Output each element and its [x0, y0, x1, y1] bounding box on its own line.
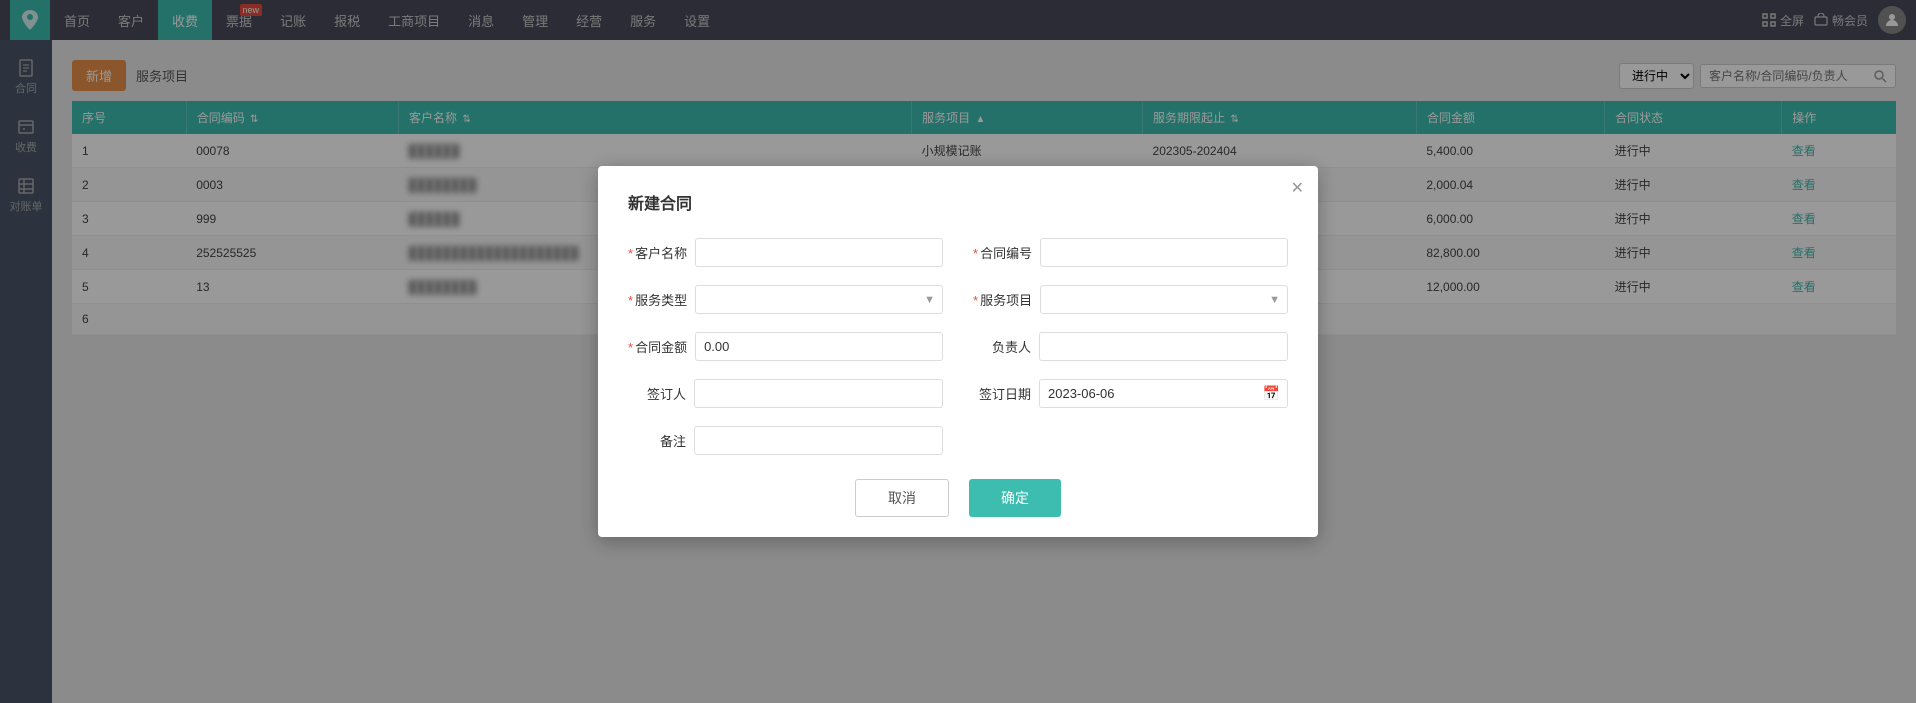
service-type-wrapper: ▼	[695, 285, 943, 314]
service-item-wrapper: ▼	[1040, 285, 1288, 314]
service-type-label: *服务类型	[628, 290, 687, 309]
calendar-icon[interactable]: 📅	[1263, 385, 1280, 402]
signer-label: 签订人	[628, 384, 686, 403]
contract-no-label: *合同编号	[973, 243, 1032, 262]
service-item-select[interactable]	[1040, 285, 1288, 314]
form-group-remark: 备注	[628, 426, 943, 455]
form-row-3: *合同金额 负责人	[628, 332, 1288, 361]
cancel-button[interactable]: 取消	[855, 479, 949, 517]
amount-label: *合同金额	[628, 337, 687, 356]
form-row-5: 备注	[628, 426, 1288, 455]
form-row-1: *客户名称 *合同编号	[628, 238, 1288, 267]
modal-close-button[interactable]: ✕	[1291, 178, 1304, 198]
remark-input[interactable]	[694, 426, 943, 455]
form-group-sign-date: 签订日期 📅	[973, 379, 1288, 408]
form-group-signer: 签订人	[628, 379, 943, 408]
contract-no-input[interactable]	[1040, 238, 1288, 267]
form-group-amount: *合同金额	[628, 332, 943, 361]
signer-input[interactable]	[694, 379, 943, 408]
customer-name-input[interactable]	[695, 238, 943, 267]
form-group-contract-no: *合同编号	[973, 238, 1288, 267]
service-item-label: *服务项目	[973, 290, 1032, 309]
form-group-empty	[973, 426, 1288, 455]
modal-footer: 取消 确定	[628, 479, 1288, 517]
form-group-service-type: *服务类型 ▼	[628, 285, 943, 314]
sign-date-input[interactable]	[1039, 379, 1288, 408]
confirm-button[interactable]: 确定	[969, 479, 1061, 517]
form-group-responsible: 负责人	[973, 332, 1288, 361]
modal-title: 新建合同	[628, 190, 1288, 214]
amount-input[interactable]	[695, 332, 943, 361]
new-contract-modal: ✕ 新建合同 *客户名称 *合同编号 *服务类型	[598, 166, 1318, 537]
sign-date-wrapper: 📅	[1039, 379, 1288, 408]
responsible-label: 负责人	[973, 337, 1031, 356]
form-group-service-item: *服务项目 ▼	[973, 285, 1288, 314]
customer-name-label: *客户名称	[628, 243, 687, 262]
sign-date-label: 签订日期	[973, 384, 1031, 403]
responsible-input[interactable]	[1039, 332, 1288, 361]
service-type-select[interactable]	[695, 285, 943, 314]
form-row-4: 签订人 签订日期 📅	[628, 379, 1288, 408]
form-group-customer: *客户名称	[628, 238, 943, 267]
form-row-2: *服务类型 ▼ *服务项目 ▼	[628, 285, 1288, 314]
modal-overlay[interactable]: ✕ 新建合同 *客户名称 *合同编号 *服务类型	[0, 0, 1916, 703]
remark-label: 备注	[628, 431, 686, 450]
